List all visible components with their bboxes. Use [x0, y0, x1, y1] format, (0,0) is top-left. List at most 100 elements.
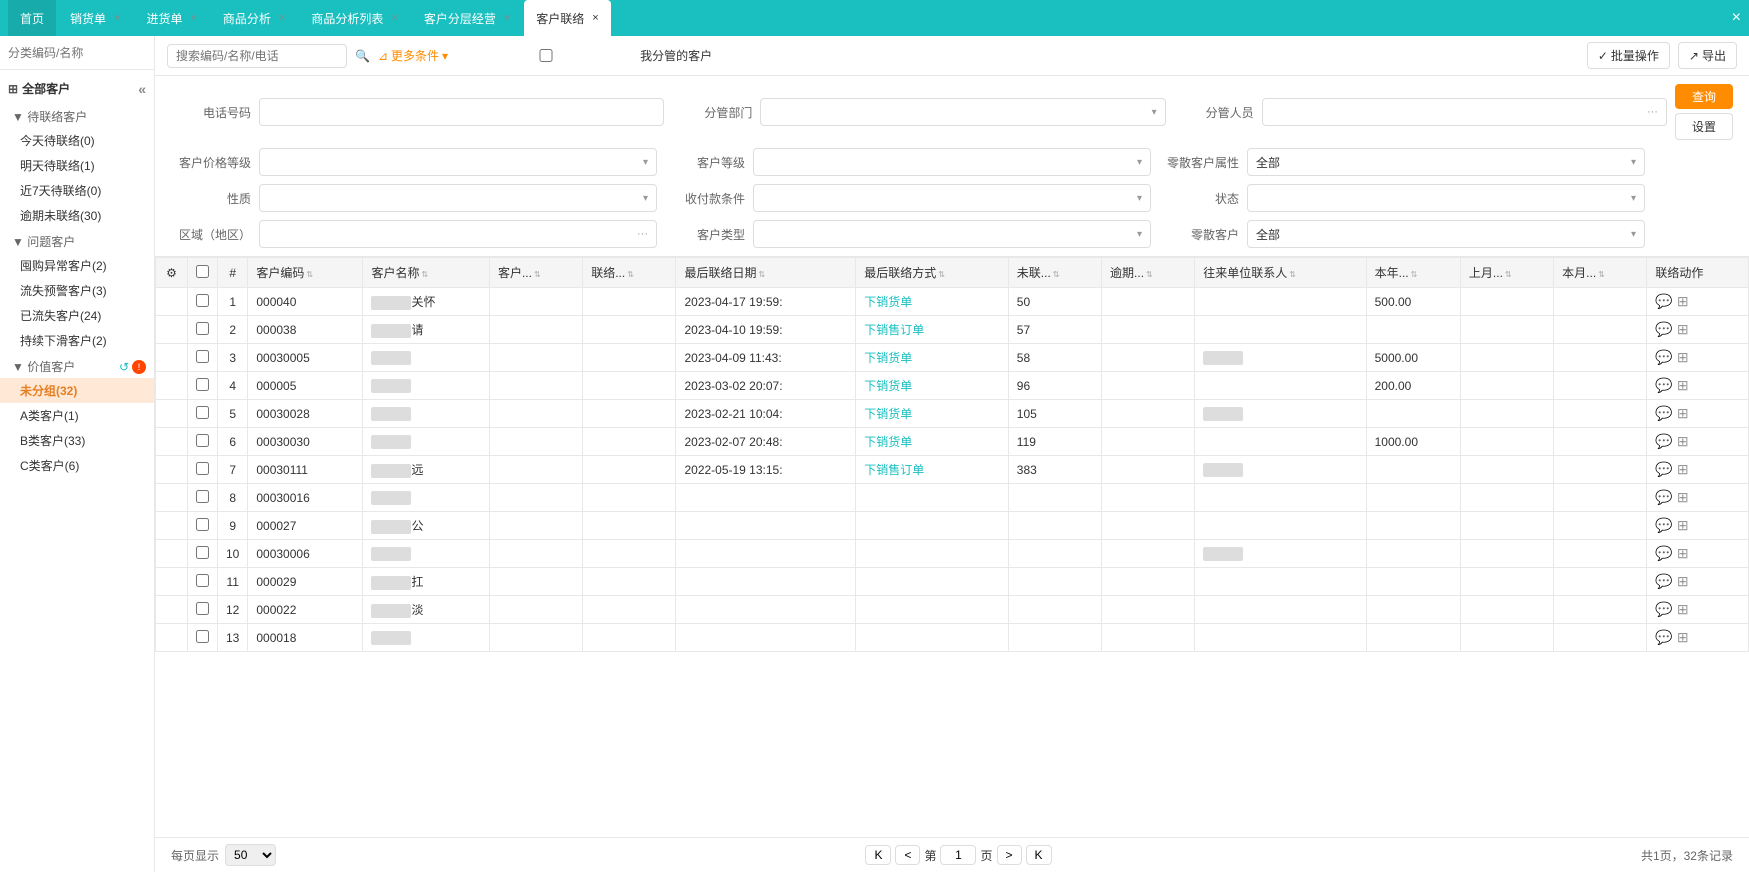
cust-type-field[interactable]: ▾	[753, 220, 1151, 248]
tab-product-analysis-list[interactable]: 商品分析列表 ×	[299, 0, 409, 36]
scatter-cust-field[interactable]: 全部 ▾	[1247, 220, 1645, 248]
cell-check[interactable]	[188, 428, 218, 456]
grid-action-icon[interactable]: ⊞	[1677, 489, 1689, 506]
tab-product-analysis[interactable]: 商品分析 ×	[211, 0, 297, 36]
cell-check[interactable]	[188, 568, 218, 596]
next-page-button[interactable]: >	[997, 845, 1022, 865]
th-last-month[interactable]: 上月...⇅	[1460, 258, 1553, 288]
last-method-link[interactable]: 下销货单	[864, 407, 912, 421]
last-method-link[interactable]: 下销货单	[864, 351, 912, 365]
grid-action-icon[interactable]: ⊞	[1677, 601, 1689, 618]
chat-icon[interactable]: 💬	[1655, 461, 1672, 478]
grid-action-icon[interactable]: ⊞	[1677, 321, 1689, 338]
chat-icon[interactable]: 💬	[1655, 489, 1672, 506]
grid-action-icon[interactable]: ⊞	[1677, 433, 1689, 450]
section-pending-contact[interactable]: ▼ 待联络客户	[0, 103, 154, 128]
sidebar-item-overdue-contact[interactable]: 逾期未联络(30)	[0, 203, 154, 228]
cell-check[interactable]	[188, 624, 218, 652]
export-button[interactable]: ↗ 导出	[1678, 42, 1737, 69]
cell-check[interactable]	[188, 372, 218, 400]
row-checkbox[interactable]	[196, 574, 209, 587]
grid-action-icon[interactable]: ⊞	[1677, 517, 1689, 534]
th-check[interactable]	[188, 258, 218, 288]
sidebar-item-class-a[interactable]: A类客户(1)	[0, 403, 154, 428]
section-value-customers[interactable]: ▼ 价值客户 ↺ !	[0, 353, 154, 378]
tab-product-analysis-list-close[interactable]: ×	[391, 12, 397, 24]
th-overdue[interactable]: 逾期...⇅	[1102, 258, 1195, 288]
cell-check[interactable]	[188, 288, 218, 316]
row-checkbox[interactable]	[196, 378, 209, 391]
cell-check[interactable]	[188, 400, 218, 428]
sidebar-item-hoard-abnormal[interactable]: 囤购异常客户(2)	[0, 253, 154, 278]
last-method-link[interactable]: 下销货单	[864, 295, 912, 309]
batch-op-button[interactable]: ✓ 批量操作	[1587, 42, 1670, 69]
close-all-button[interactable]: ×	[1732, 9, 1741, 27]
row-checkbox[interactable]	[196, 294, 209, 307]
cell-last-method[interactable]: 下销货单	[856, 428, 1009, 456]
scatter-attr-field[interactable]: 全部 ▾	[1247, 148, 1645, 176]
cell-last-method[interactable]: 下销货单	[856, 372, 1009, 400]
th-last-date[interactable]: 最后联络日期⇅	[676, 258, 856, 288]
th-code[interactable]: 客户编码⇅	[248, 258, 363, 288]
row-checkbox[interactable]	[196, 406, 209, 419]
tab-purchase[interactable]: 进货单 ×	[134, 0, 208, 36]
my-customers-check[interactable]	[456, 49, 636, 62]
grid-action-icon[interactable]: ⊞	[1677, 293, 1689, 310]
last-method-link[interactable]: 下销售订单	[864, 323, 924, 337]
grid-action-icon[interactable]: ⊞	[1677, 377, 1689, 394]
th-this-month[interactable]: 本月...⇅	[1554, 258, 1647, 288]
sidebar-item-class-b[interactable]: B类客户(33)	[0, 428, 154, 453]
cell-last-method[interactable]: 下销货单	[856, 400, 1009, 428]
cell-last-method[interactable]	[856, 484, 1009, 512]
th-name[interactable]: 客户名称⇅	[363, 258, 490, 288]
grid-action-icon[interactable]: ⊞	[1677, 405, 1689, 422]
chat-icon[interactable]: 💬	[1655, 349, 1672, 366]
sidebar-item-ungrouped[interactable]: 未分组(32)	[0, 378, 154, 403]
price-grade-field[interactable]: ▾	[259, 148, 657, 176]
cell-last-method[interactable]	[856, 540, 1009, 568]
th-contact[interactable]: 联络...⇅	[583, 258, 676, 288]
last-method-link[interactable]: 下销货单	[864, 435, 912, 449]
page-size-select[interactable]: 50 20 100	[225, 844, 276, 866]
query-button[interactable]: 查询	[1675, 84, 1733, 109]
chat-icon[interactable]: 💬	[1655, 293, 1672, 310]
chat-icon[interactable]: 💬	[1655, 433, 1672, 450]
section-problem-customers[interactable]: ▼ 问题客户	[0, 228, 154, 253]
sidebar-item-declining[interactable]: 持续下滑客户(2)	[0, 328, 154, 353]
cell-check[interactable]	[188, 484, 218, 512]
more-conditions-button[interactable]: ⊿ 更多条件 ▾	[378, 47, 448, 64]
chat-icon[interactable]: 💬	[1655, 629, 1672, 646]
payment-field[interactable]: ▾	[753, 184, 1151, 212]
prev-page-button[interactable]: <	[895, 845, 920, 865]
cell-last-method[interactable]	[856, 568, 1009, 596]
row-checkbox[interactable]	[196, 602, 209, 615]
more-icon[interactable]: ···	[1647, 106, 1658, 118]
my-customers-checkbox[interactable]: 我分管的客户	[456, 47, 712, 64]
all-customers-header[interactable]: ⊞ 全部客户 «	[0, 74, 154, 103]
last-method-link[interactable]: 下销售订单	[864, 463, 924, 477]
grid-action-icon[interactable]: ⊞	[1677, 545, 1689, 562]
nature-field[interactable]: ▾	[259, 184, 657, 212]
row-checkbox[interactable]	[196, 490, 209, 503]
sidebar-item-today-contact[interactable]: 今天待联络(0)	[0, 128, 154, 153]
phone-input[interactable]	[268, 105, 655, 119]
tab-sales[interactable]: 销货单 ×	[58, 0, 132, 36]
reset-button[interactable]: 设置	[1675, 113, 1733, 140]
cell-check[interactable]	[188, 512, 218, 540]
sidebar-item-churned[interactable]: 已流失客户(24)	[0, 303, 154, 328]
grid-action-icon[interactable]: ⊞	[1677, 629, 1689, 646]
refresh-icon[interactable]: ↺	[119, 360, 129, 374]
select-all-checkbox[interactable]	[196, 265, 209, 278]
sidebar-search-input[interactable]	[8, 46, 155, 60]
region-more-icon[interactable]: ···	[637, 228, 648, 240]
cell-check[interactable]	[188, 596, 218, 624]
chat-icon[interactable]: 💬	[1655, 321, 1672, 338]
chat-icon[interactable]: 💬	[1655, 517, 1672, 534]
row-checkbox[interactable]	[196, 518, 209, 531]
dept-field[interactable]: ▾	[760, 98, 1165, 126]
sidebar-item-week-contact[interactable]: 近7天待联络(0)	[0, 178, 154, 203]
cell-check[interactable]	[188, 344, 218, 372]
page-number-input[interactable]	[940, 845, 976, 865]
row-checkbox[interactable]	[196, 630, 209, 643]
region-field[interactable]: ···	[259, 220, 657, 248]
